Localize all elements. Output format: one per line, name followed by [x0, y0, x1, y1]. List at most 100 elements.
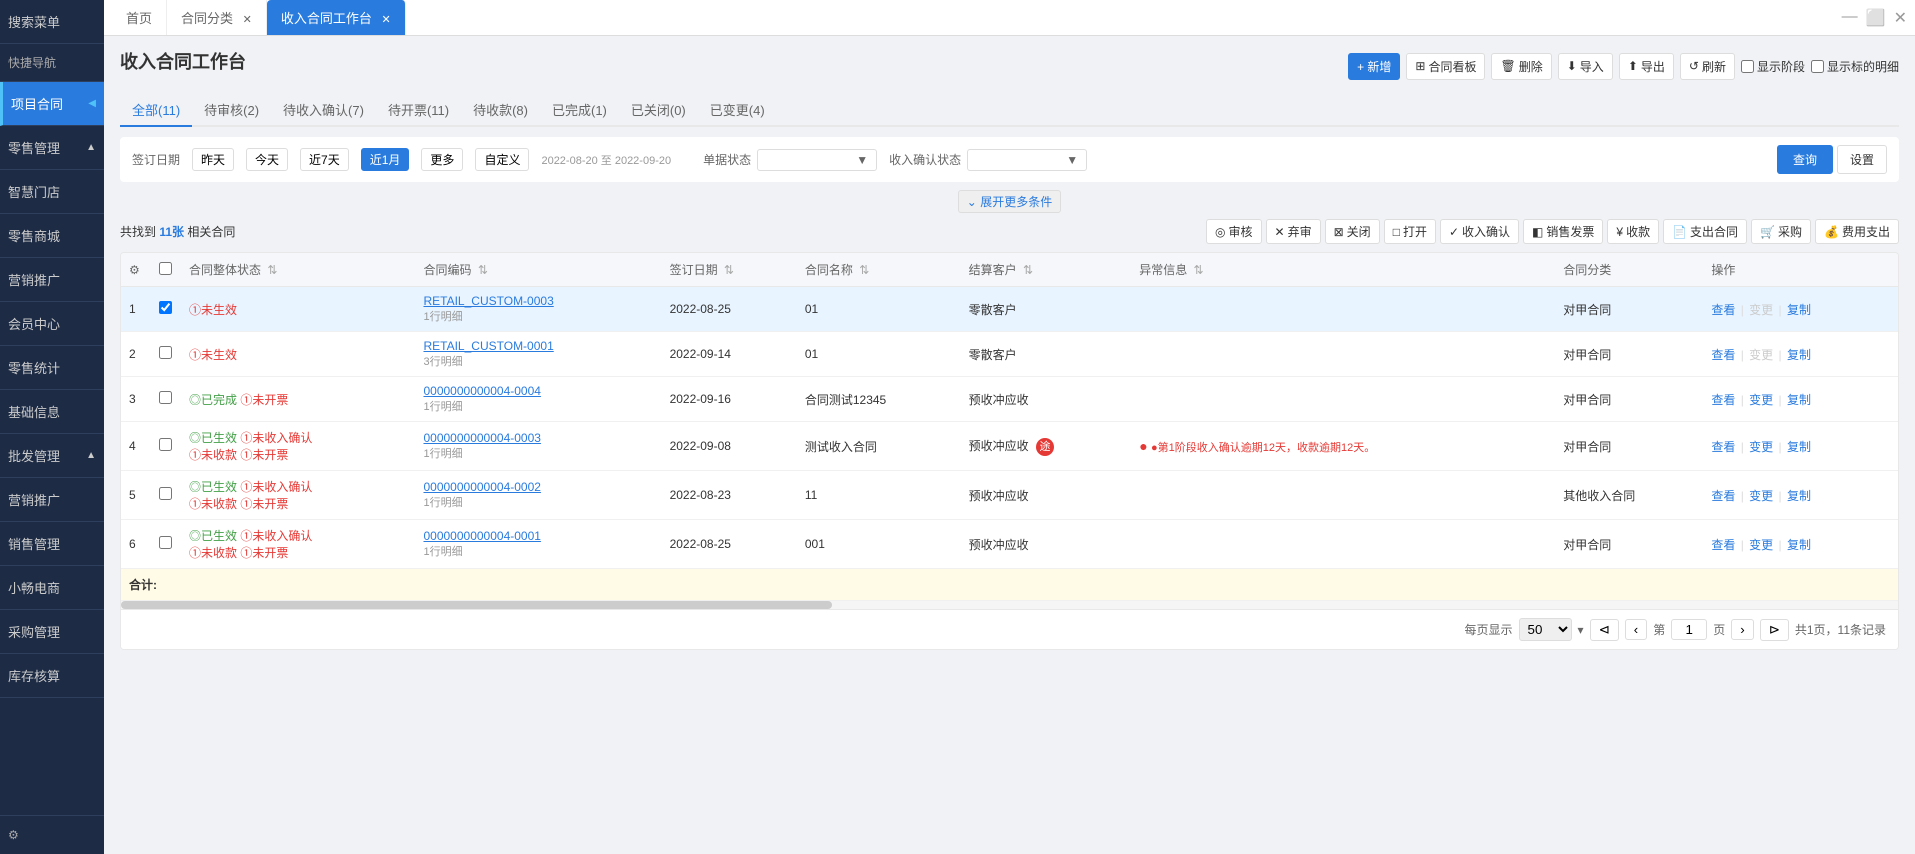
col-settings[interactable]: ⚙ [121, 253, 151, 287]
kanban-btn[interactable]: ⊞ 合同看板 [1406, 53, 1485, 80]
col-checkbox[interactable] [151, 253, 181, 287]
import-btn[interactable]: ⬇ 导入 [1558, 53, 1613, 80]
sidebar-item-wholesale-mgmt[interactable]: 批发管理 ▲ [0, 434, 104, 478]
export-btn[interactable]: ⬆ 导出 [1619, 53, 1674, 80]
status-tab-changed[interactable]: 已变更(4) [698, 94, 777, 127]
delete-btn[interactable]: 🗑 删除 [1491, 53, 1551, 80]
sidebar-item-member-center[interactable]: 会员中心 [0, 302, 104, 346]
row5-view-btn[interactable]: 查看 [1711, 489, 1735, 503]
row1-checkbox[interactable] [151, 287, 181, 332]
row1-code-link[interactable]: RETAIL_CUSTOM-0003 [423, 294, 553, 308]
horizontal-scrollbar[interactable] [121, 601, 1898, 609]
row3-checkbox[interactable] [151, 377, 181, 422]
custom-btn[interactable]: 自定义 [475, 148, 529, 171]
row2-view-btn[interactable]: 查看 [1711, 348, 1735, 362]
page-input[interactable] [1671, 619, 1707, 640]
sales-invoice-btn[interactable]: ◧ 销售发票 [1523, 219, 1603, 244]
abandon-review-btn[interactable]: ✕ 弃审 [1266, 219, 1321, 244]
income-confirm-btn[interactable]: ✓ 收入确认 [1440, 219, 1519, 244]
sidebar-search[interactable]: 搜索菜单 [0, 0, 104, 44]
status-tab-pending-invoice[interactable]: 待开票(11) [376, 94, 461, 127]
setting-btn[interactable]: 设置 [1837, 145, 1887, 174]
status-tab-pending-review[interactable]: 待审核(2) [192, 94, 271, 127]
tab-income-contract-close[interactable]: ✕ [382, 14, 391, 26]
tab-home[interactable]: 首页 [112, 0, 167, 35]
row6-edit-btn[interactable]: 变更 [1749, 538, 1773, 552]
row1-edit-btn[interactable]: 变更 [1749, 303, 1773, 317]
sidebar-item-basic-info[interactable]: 基础信息 [0, 390, 104, 434]
row4-view-btn[interactable]: 查看 [1711, 440, 1735, 454]
window-minimize-icon[interactable]: — [1842, 8, 1858, 28]
row5-checkbox[interactable] [151, 471, 181, 520]
row4-code-link[interactable]: 0000000000004-0003 [423, 431, 540, 445]
today-btn[interactable]: 今天 [246, 148, 288, 171]
window-close-icon[interactable]: ✕ [1894, 8, 1907, 28]
doc-status-select[interactable]: ▼ [757, 149, 877, 171]
sidebar-item-project-contract[interactable]: 项目合同 ◀ [0, 82, 104, 126]
status-tab-completed[interactable]: 已完成(1) [540, 94, 619, 127]
row5-copy-btn[interactable]: 复制 [1787, 489, 1811, 503]
sidebar-item-retail-stats[interactable]: 零售统计 [0, 346, 104, 390]
row2-copy-btn[interactable]: 复制 [1787, 348, 1811, 362]
row2-code-link[interactable]: RETAIL_CUSTOM-0001 [423, 339, 553, 353]
row6-view-btn[interactable]: 查看 [1711, 538, 1735, 552]
collect-btn[interactable]: ¥ 收款 [1607, 219, 1659, 244]
row5-code-link[interactable]: 0000000000004-0002 [423, 480, 540, 494]
show-stage-checkbox[interactable] [1741, 60, 1754, 73]
sidebar-item-ecommerce[interactable]: 小畅电商 [0, 566, 104, 610]
prev-page-btn[interactable]: ‹ [1625, 619, 1647, 640]
row3-code-link[interactable]: 0000000000004-0004 [423, 384, 540, 398]
row6-code-link[interactable]: 0000000000004-0001 [423, 529, 540, 543]
status-tab-closed[interactable]: 已关闭(0) [619, 94, 698, 127]
close-contract-btn[interactable]: ⊠ 关闭 [1325, 219, 1380, 244]
tab-income-contract[interactable]: 收入合同工作台 ✕ [267, 0, 406, 35]
row3-copy-btn[interactable]: 复制 [1787, 393, 1811, 407]
sidebar-item-purchase-mgmt[interactable]: 采购管理 [0, 610, 104, 654]
sidebar-item-retail-mall[interactable]: 零售商城 [0, 214, 104, 258]
sidebar-item-retail-mgmt[interactable]: 零售管理 ▲ [0, 126, 104, 170]
sidebar-item-sales-mgmt[interactable]: 销售管理 [0, 522, 104, 566]
row4-edit-btn[interactable]: 变更 [1749, 440, 1773, 454]
yesterday-btn[interactable]: 昨天 [192, 148, 234, 171]
sidebar-item-smart-store[interactable]: 智慧门店 [0, 170, 104, 214]
tab-contract-category-close[interactable]: ✕ [243, 14, 252, 26]
scroll-thumb[interactable] [121, 601, 832, 609]
select-all-checkbox[interactable] [159, 262, 172, 275]
last7-btn[interactable]: 近7天 [300, 148, 349, 171]
row2-checkbox[interactable] [151, 332, 181, 377]
first-page-btn[interactable]: ⊲ [1590, 619, 1619, 641]
more-btn[interactable]: 更多 [421, 148, 463, 171]
row6-copy-btn[interactable]: 复制 [1787, 538, 1811, 552]
query-btn[interactable]: 查询 [1777, 145, 1833, 174]
review-btn[interactable]: ◎ 审核 [1206, 219, 1262, 244]
row2-edit-btn[interactable]: 变更 [1749, 348, 1773, 362]
status-tab-all[interactable]: 全部(11) [120, 94, 192, 127]
new-btn[interactable]: + 新增 [1348, 53, 1400, 80]
status-tab-pending-confirm[interactable]: 待收入确认(7) [271, 94, 376, 127]
row4-copy-btn[interactable]: 复制 [1787, 440, 1811, 454]
purchase-btn[interactable]: 🛒 采购 [1751, 219, 1811, 244]
open-contract-btn[interactable]: □ 打开 [1384, 219, 1436, 244]
show-mark-checkbox[interactable] [1811, 60, 1824, 73]
row3-view-btn[interactable]: 查看 [1711, 393, 1735, 407]
refresh-btn[interactable]: ↺ 刷新 [1680, 53, 1735, 80]
income-confirm-select[interactable]: ▼ [967, 149, 1087, 171]
row4-checkbox[interactable] [151, 422, 181, 471]
last-page-btn[interactable]: ⊳ [1760, 619, 1789, 641]
last1month-btn[interactable]: 近1月 [361, 148, 410, 171]
row1-copy-btn[interactable]: 复制 [1787, 303, 1811, 317]
sidebar-item-marketing[interactable]: 营销推广 [0, 258, 104, 302]
status-tab-pending-payment[interactable]: 待收款(8) [461, 94, 540, 127]
tab-contract-category[interactable]: 合同分类 ✕ [167, 0, 267, 35]
expense-btn[interactable]: 💰 费用支出 [1815, 219, 1899, 244]
sidebar-settings[interactable]: ⚙ [0, 815, 104, 854]
expand-more-btn[interactable]: ⌄ 展开更多条件 [958, 190, 1061, 213]
sidebar-item-inventory[interactable]: 库存核算 [0, 654, 104, 698]
out-contract-btn[interactable]: 📄 支出合同 [1663, 219, 1747, 244]
row6-checkbox[interactable] [151, 520, 181, 569]
row3-edit-btn[interactable]: 变更 [1749, 393, 1773, 407]
window-maximize-icon[interactable]: ⬜ [1866, 8, 1886, 28]
row1-view-btn[interactable]: 查看 [1711, 303, 1735, 317]
next-page-btn[interactable]: › [1731, 619, 1753, 640]
row5-edit-btn[interactable]: 变更 [1749, 489, 1773, 503]
